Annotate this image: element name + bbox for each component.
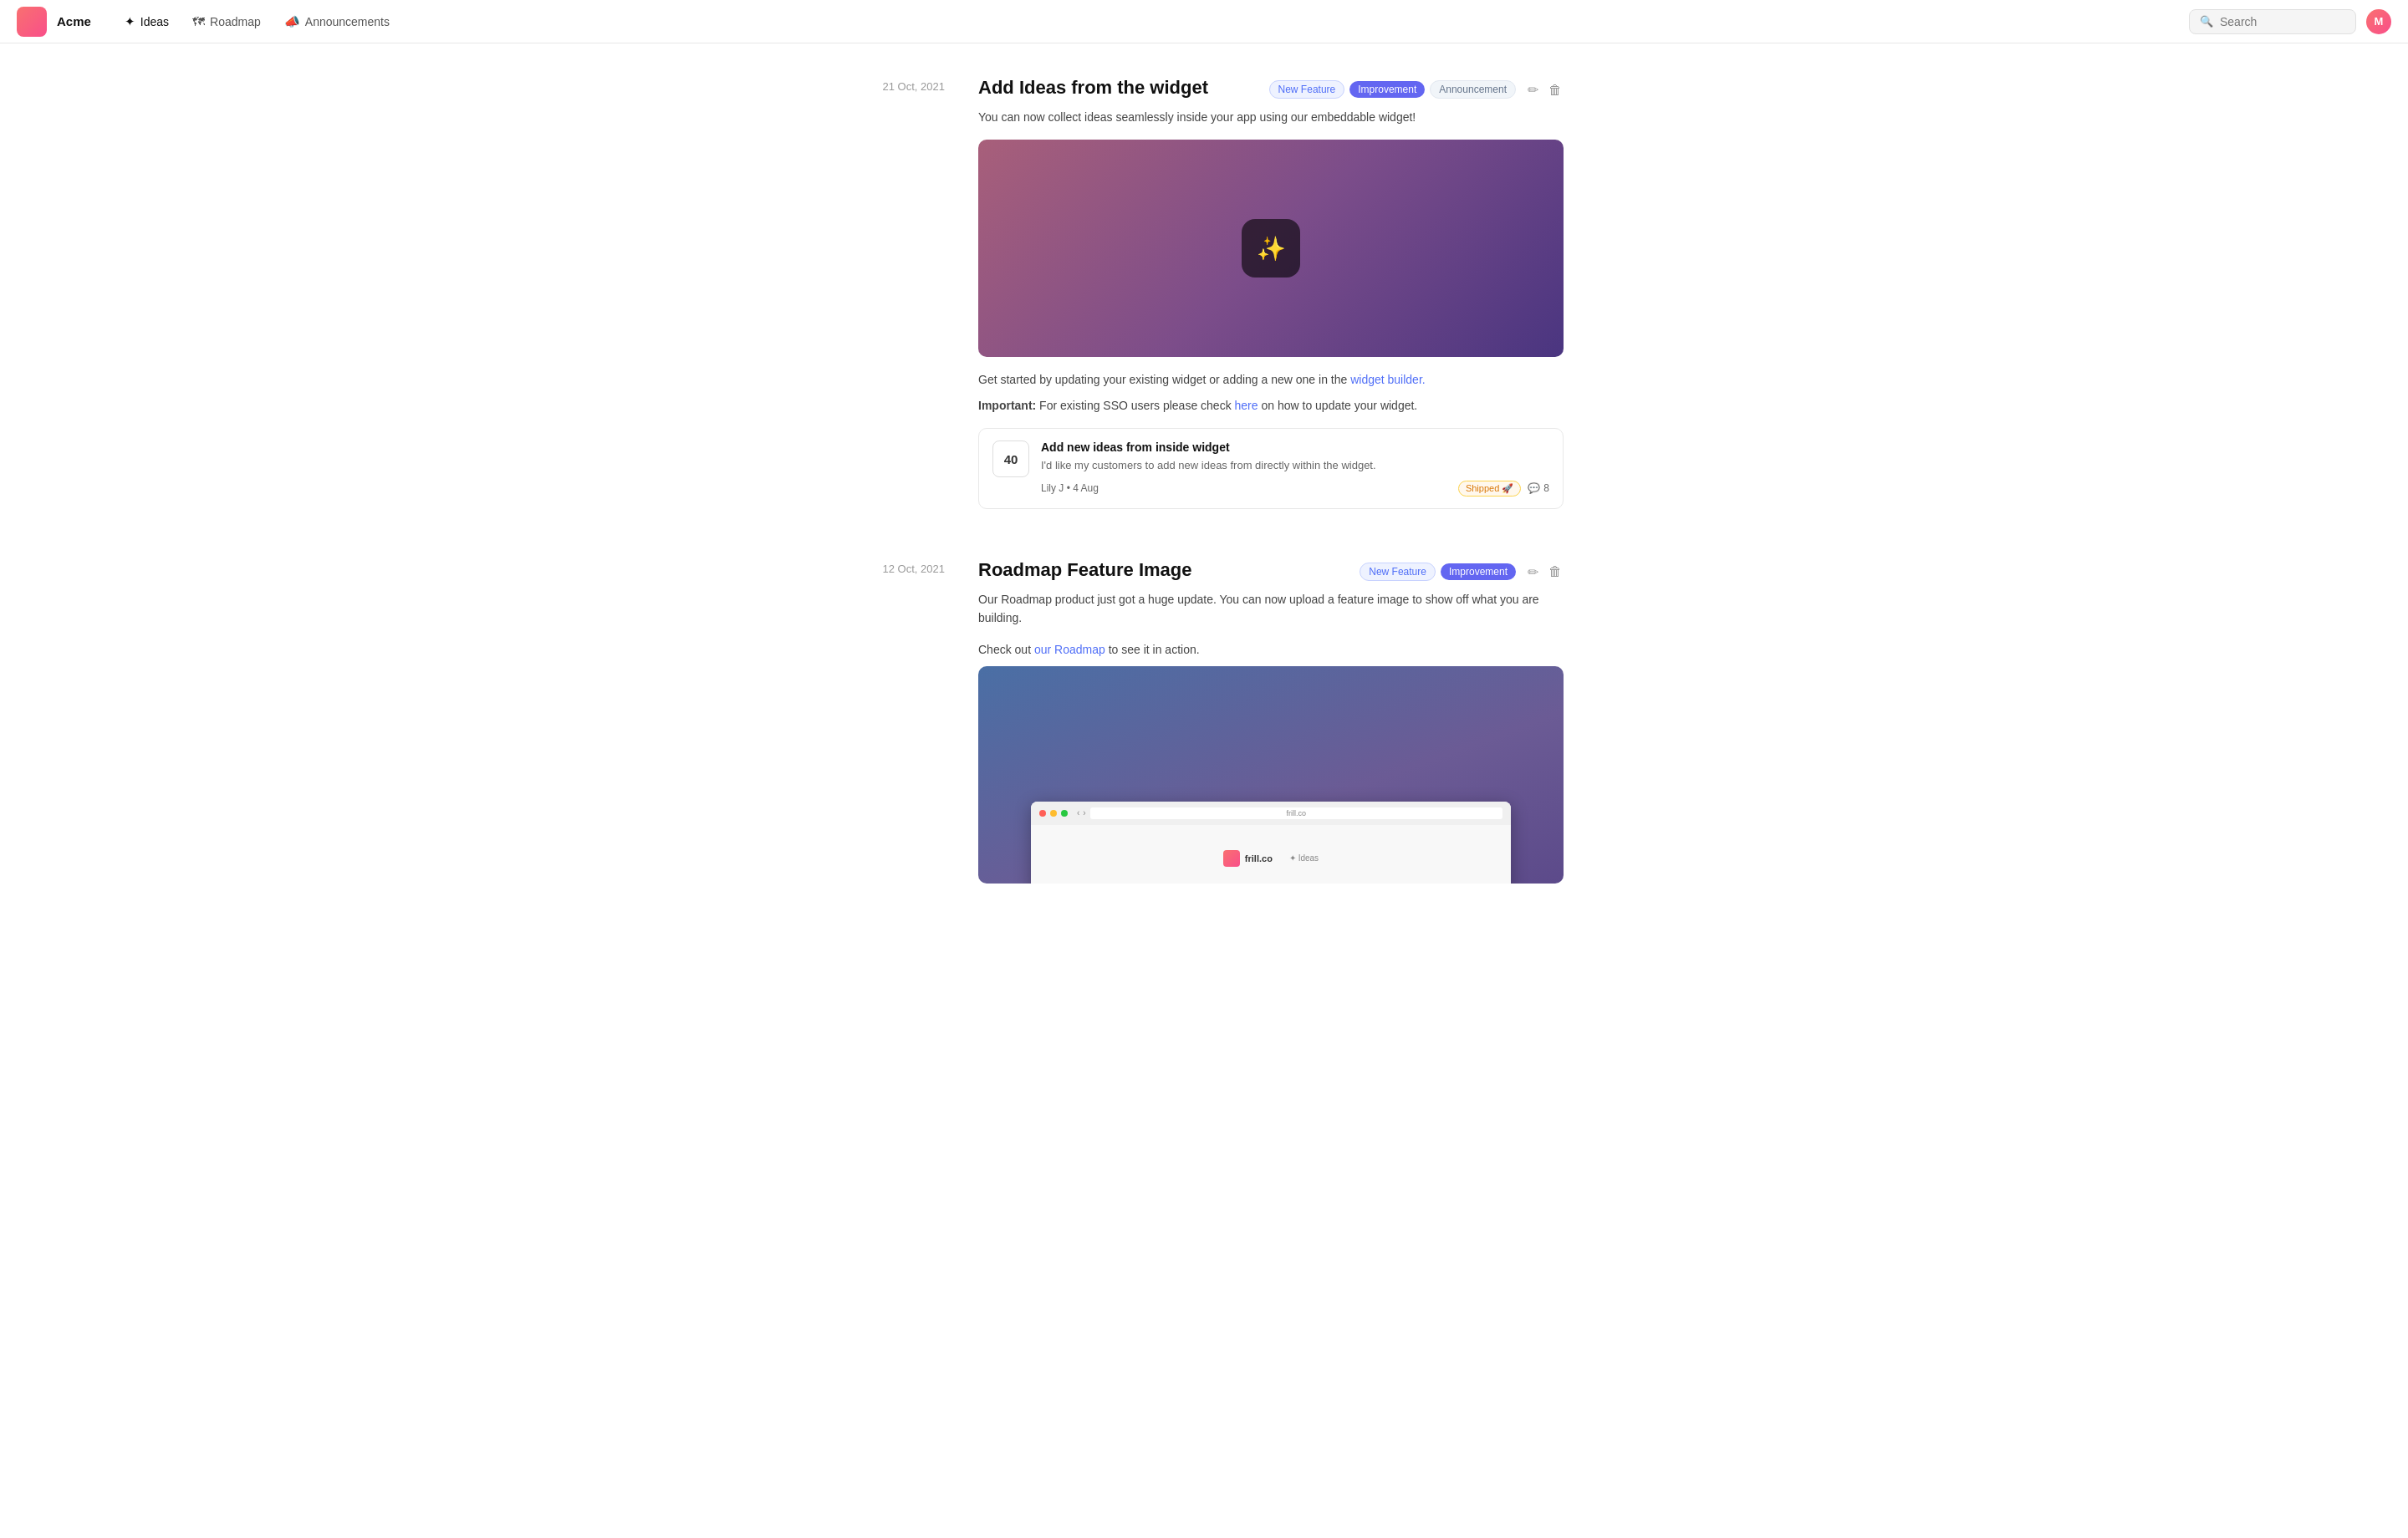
post-1: 21 Oct, 2021 Add Ideas from the widget N… xyxy=(844,77,1564,509)
post-1-description: You can now collect ideas seamlessly ins… xyxy=(978,108,1564,126)
post-1-header: Add Ideas from the widget New Feature Im… xyxy=(978,77,1564,99)
widget-icon: ✨ xyxy=(1242,219,1300,278)
idea-status-badge[interactable]: Shipped 🚀 xyxy=(1458,481,1521,497)
comment-count: 8 xyxy=(1543,482,1549,494)
post-1-actions: ✏ 🗑 xyxy=(1526,77,1564,99)
post-2-actions: ✏ 🗑 xyxy=(1526,559,1564,582)
post-2-header: Roadmap Feature Image New Feature Improv… xyxy=(978,559,1564,582)
app-brand: Acme xyxy=(57,14,91,28)
post-1-body-text-1: Get started by updating your existing wi… xyxy=(978,370,1564,389)
app-logo[interactable] xyxy=(17,7,47,37)
ideas-icon: ✦ xyxy=(125,14,135,29)
nav-item-announcements[interactable]: 📣 Announcements xyxy=(274,9,400,34)
post-2-check-text: Check out our Roadmap to see it in actio… xyxy=(978,640,1564,659)
browser-url: frill.co xyxy=(1090,807,1502,819)
widget-builder-link[interactable]: widget builder. xyxy=(1350,373,1426,386)
post-1-body-text-2: Important: For existing SSO users please… xyxy=(978,396,1564,415)
idea-date: 4 Aug xyxy=(1073,482,1099,494)
tag-improvement-2[interactable]: Improvement xyxy=(1441,563,1516,580)
browser-logo xyxy=(1223,850,1240,867)
delete-button[interactable]: 🗑 xyxy=(1547,81,1564,99)
post-2-image: ‹› frill.co frill.co ✦ Ideas xyxy=(978,666,1564,884)
nav-label-roadmap: Roadmap xyxy=(210,15,261,28)
browser-content: frill.co ✦ Ideas xyxy=(1031,825,1511,884)
post-2-title: Roadmap Feature Image xyxy=(978,559,1349,581)
idea-title: Add new ideas from inside widget xyxy=(1041,441,1549,454)
browser-nav-controls: ‹› xyxy=(1077,808,1086,817)
browser-mockup: ‹› frill.co frill.co ✦ Ideas xyxy=(1031,802,1511,884)
post-1-body: Add Ideas from the widget New Feature Im… xyxy=(978,77,1564,509)
browser-nav-label-ideas: ✦ Ideas xyxy=(1289,853,1319,863)
check-text-1: Check out xyxy=(978,643,1034,656)
post-2-date: 12 Oct, 2021 xyxy=(844,559,945,897)
idea-card-1: 40 Add new ideas from inside widget I'd … xyxy=(978,428,1564,509)
browser-dot-red xyxy=(1039,810,1046,817)
idea-meta: Lily J • 4 Aug Shipped 🚀 💬 8 xyxy=(1041,481,1549,497)
avatar[interactable]: M xyxy=(2366,9,2391,34)
post-2: 12 Oct, 2021 Roadmap Feature Image New F… xyxy=(844,559,1564,897)
browser-inner: frill.co ✦ Ideas xyxy=(1215,842,1327,875)
body-text-2a: For existing SSO users please check xyxy=(1039,399,1234,412)
browser-bar: ‹› frill.co xyxy=(1031,802,1511,825)
post-1-tags: New Feature Improvement Announcement xyxy=(1269,77,1516,99)
announcements-icon: 📣 xyxy=(284,14,300,29)
tag-announcement[interactable]: Announcement xyxy=(1430,80,1516,99)
roadmap-icon: 🗺 xyxy=(192,14,205,28)
idea-vote-button[interactable]: 40 xyxy=(992,441,1029,477)
idea-author: Lily J • 4 Aug xyxy=(1041,482,1099,494)
navbar: Acme ✦ Ideas 🗺 Roadmap 📣 Announcements 🔍… xyxy=(0,0,2408,43)
post-2-description: Our Roadmap product just got a huge upda… xyxy=(978,590,1564,628)
roadmap-link[interactable]: our Roadmap xyxy=(1034,643,1105,656)
body-bold: Important: xyxy=(978,399,1036,412)
nav-label-ideas: Ideas xyxy=(140,15,169,28)
post-1-title: Add Ideas from the widget xyxy=(978,77,1259,99)
nav-right: 🔍 M xyxy=(2189,9,2391,34)
post-1-image: ✨ xyxy=(978,140,1564,357)
browser-dot-yellow xyxy=(1050,810,1057,817)
edit-button-2[interactable]: ✏ xyxy=(1526,563,1540,582)
idea-author-name: Lily J xyxy=(1041,482,1064,494)
post-2-tags: New Feature Improvement xyxy=(1360,559,1516,581)
search-box[interactable]: 🔍 xyxy=(2189,9,2356,34)
post-1-date: 21 Oct, 2021 xyxy=(844,77,945,509)
body-text-2b: on how to update your widget. xyxy=(1258,399,1418,412)
check-text-2: to see it in action. xyxy=(1105,643,1200,656)
main-content: 21 Oct, 2021 Add Ideas from the widget N… xyxy=(828,43,1580,980)
browser-dot-green xyxy=(1061,810,1068,817)
tag-new-feature-2[interactable]: New Feature xyxy=(1360,563,1436,581)
nav-item-roadmap[interactable]: 🗺 Roadmap xyxy=(182,9,271,33)
browser-brand: frill.co xyxy=(1223,850,1273,867)
idea-comments: 💬 8 xyxy=(1528,482,1549,494)
delete-button-2[interactable]: 🗑 xyxy=(1547,563,1564,581)
nav-label-announcements: Announcements xyxy=(305,15,390,28)
tag-new-feature[interactable]: New Feature xyxy=(1269,80,1345,99)
nav-item-ideas[interactable]: ✦ Ideas xyxy=(115,9,179,34)
body-text-1a: Get started by updating your existing wi… xyxy=(978,373,1350,386)
comment-icon: 💬 xyxy=(1528,482,1540,494)
nav-items: ✦ Ideas 🗺 Roadmap 📣 Announcements xyxy=(115,9,2189,34)
search-icon: 🔍 xyxy=(2200,15,2213,28)
sso-link[interactable]: here xyxy=(1235,399,1258,412)
tag-improvement[interactable]: Improvement xyxy=(1349,81,1425,98)
idea-info: Add new ideas from inside widget I'd lik… xyxy=(1041,441,1549,497)
idea-desc: I'd like my customers to add new ideas f… xyxy=(1041,457,1549,474)
search-input[interactable] xyxy=(2220,15,2345,28)
edit-button[interactable]: ✏ xyxy=(1526,80,1540,99)
browser-brand-label: frill.co xyxy=(1245,853,1273,863)
post-2-body: Roadmap Feature Image New Feature Improv… xyxy=(978,559,1564,897)
